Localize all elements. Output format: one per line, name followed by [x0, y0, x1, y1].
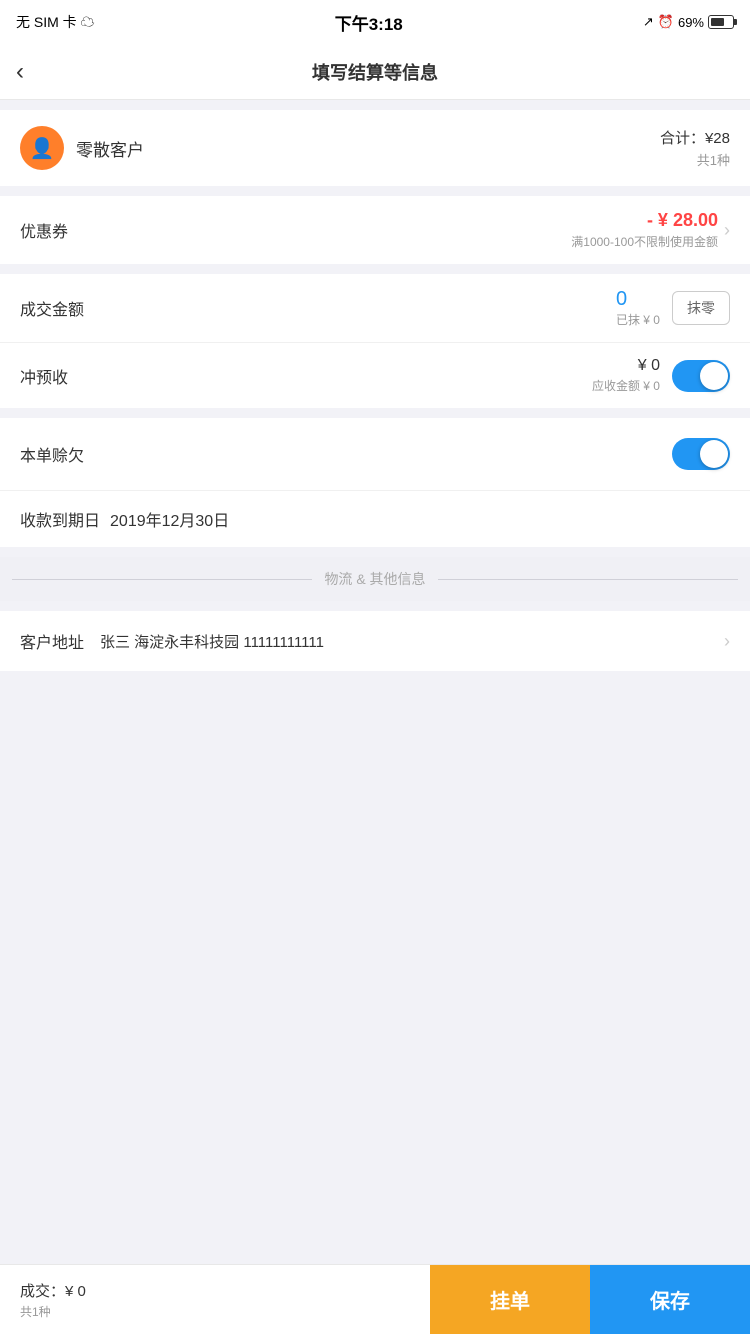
debt-card: 本单赊欠 收款到期日 2019年12月30日 — [0, 418, 750, 547]
bottom-info: 成交：¥ 0 共1种 — [0, 1265, 430, 1334]
bottom-deal-value: ¥ 0 — [65, 1283, 86, 1300]
customer-right: 合计：¥28 共1种 — [660, 127, 730, 169]
customer-total: 合计：¥28 — [660, 127, 730, 148]
due-date-row: 收款到期日 2019年12月30日 — [0, 490, 750, 547]
precharge-amount-info: ¥ 0 应收金额 ¥ 0 — [592, 357, 660, 394]
toggle-knob — [700, 362, 728, 390]
divider-text: 物流 & 其他信息 — [324, 569, 425, 589]
customer-card: 👤 零散客户 合计：¥28 共1种 — [0, 110, 750, 186]
content-area: 👤 零散客户 合计：¥28 共1种 优惠券 - ¥ 28.00 满1000-10… — [0, 110, 750, 761]
precharge-row: 冲预收 ¥ 0 应收金额 ¥ 0 — [0, 343, 750, 408]
bottom-count: 共1种 — [20, 1303, 410, 1320]
address-chevron-icon: › — [724, 631, 730, 652]
hang-button[interactable]: 挂单 — [430, 1265, 590, 1334]
address-card: 客户地址 张三 海淀永丰科技园 11111111111 › — [0, 611, 750, 671]
bottom-bar: 成交：¥ 0 共1种 挂单 保存 — [0, 1264, 750, 1334]
coupon-right: - ¥ 28.00 满1000-100不限制使用金额 › — [571, 210, 730, 250]
precharge-main-amount: ¥ 0 — [592, 357, 660, 375]
round-zero-button[interactable]: 抹零 — [672, 291, 730, 325]
deal-amount-label: 成交金额 — [20, 296, 84, 320]
divider-line-left — [12, 579, 312, 580]
deal-section-card: 成交金额 0 已抹 ¥ 0 抹零 冲预收 ¥ 0 应收金额 ¥ 0 — [0, 274, 750, 408]
divider-section: 物流 & 其他信息 — [0, 557, 750, 601]
status-right: ↗ ⏰ 69% — [643, 14, 734, 30]
coupon-row[interactable]: 优惠券 - ¥ 28.00 满1000-100不限制使用金额 › — [0, 196, 750, 264]
coupon-chevron-icon: › — [724, 220, 730, 241]
precharge-right: ¥ 0 应收金额 ¥ 0 — [592, 357, 730, 394]
location-icon: ↗ — [643, 14, 654, 30]
sim-status: 无 SIM 卡 ☁ — [16, 12, 95, 32]
bottom-deal-amount: 成交：¥ 0 — [20, 1280, 410, 1301]
customer-row: 👤 零散客户 合计：¥28 共1种 — [0, 110, 750, 186]
save-button[interactable]: 保存 — [590, 1265, 750, 1334]
coupon-info: - ¥ 28.00 满1000-100不限制使用金额 — [571, 210, 718, 250]
deal-amount-row: 成交金额 0 已抹 ¥ 0 抹零 — [0, 274, 750, 343]
avatar-icon: 👤 — [30, 136, 55, 161]
address-row[interactable]: 客户地址 张三 海淀永丰科技园 11111111111 › — [0, 611, 750, 671]
battery-icon — [708, 15, 734, 29]
debt-toggle[interactable] — [672, 438, 730, 470]
battery-percent: 69% — [678, 15, 704, 30]
customer-left: 👤 零散客户 — [20, 126, 144, 170]
due-date-value: 2019年12月30日 — [110, 507, 229, 531]
debt-toggle-knob — [700, 440, 728, 468]
debt-row: 本单赊欠 — [0, 418, 750, 490]
status-left: 无 SIM 卡 ☁ — [16, 12, 95, 32]
coupon-desc: 满1000-100不限制使用金额 — [571, 233, 718, 250]
bottom-deal-label: 成交： — [20, 1283, 65, 1300]
address-label: 客户地址 — [20, 629, 84, 653]
deal-amount-sub: 已抹 ¥ 0 — [616, 311, 660, 328]
back-button[interactable]: ‹ — [16, 58, 24, 86]
coupon-card: 优惠券 - ¥ 28.00 满1000-100不限制使用金额 › — [0, 196, 750, 264]
address-value: 张三 海淀永丰科技园 11111111111 — [100, 631, 724, 652]
customer-count: 共1种 — [660, 150, 730, 169]
precharge-label: 冲预收 — [20, 364, 68, 388]
deal-amount-info: 0 已抹 ¥ 0 — [616, 288, 660, 328]
page-title: 填写结算等信息 — [312, 59, 438, 85]
customer-name: 零散客户 — [76, 136, 144, 161]
divider-line-right — [438, 579, 738, 580]
deal-amount-right: 0 已抹 ¥ 0 抹零 — [616, 288, 730, 328]
deal-amount-value: 0 — [616, 288, 660, 311]
coupon-label: 优惠券 — [20, 218, 68, 242]
status-bar: 无 SIM 卡 ☁ 下午3:18 ↗ ⏰ 69% — [0, 0, 750, 44]
coupon-amount: - ¥ 28.00 — [571, 210, 718, 231]
status-time: 下午3:18 — [335, 10, 403, 35]
customer-avatar: 👤 — [20, 126, 64, 170]
nav-bar: ‹ 填写结算等信息 — [0, 44, 750, 100]
alarm-icon: ⏰ — [658, 14, 674, 30]
precharge-toggle[interactable] — [672, 360, 730, 392]
debt-label: 本单赊欠 — [20, 442, 84, 466]
due-date-label: 收款到期日 — [20, 507, 100, 531]
precharge-sub-label: 应收金额 ¥ 0 — [592, 377, 660, 394]
